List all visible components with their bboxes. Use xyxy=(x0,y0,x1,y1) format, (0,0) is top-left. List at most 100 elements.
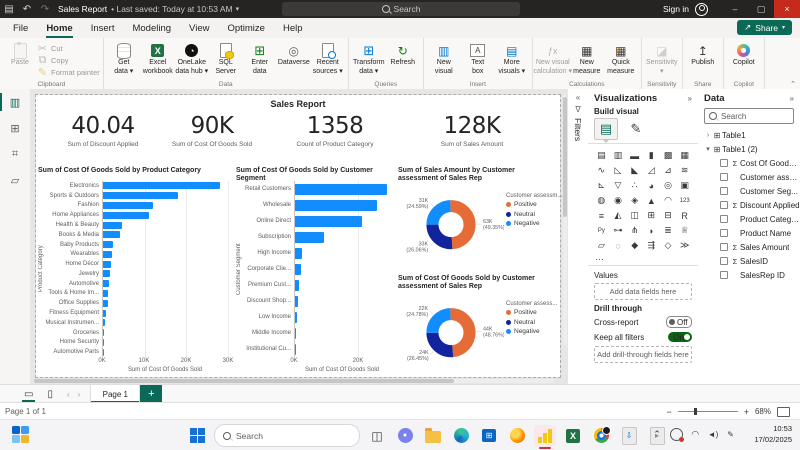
bar[interactable] xyxy=(295,296,298,307)
recent-sources-button[interactable]: Recentsources ▾ xyxy=(311,40,345,77)
donut-chart-visual[interactable]: Sum of Sales Amount by Customer assessme… xyxy=(398,167,560,273)
key-influencers-icon[interactable]: ⊶ xyxy=(610,224,627,237)
bar[interactable] xyxy=(103,329,104,336)
line-stacked-column-chart-icon[interactable]: ◿ xyxy=(643,164,660,177)
filled-map-icon[interactable]: ◉ xyxy=(610,194,627,207)
previous-page-arrow[interactable]: ‹ xyxy=(67,390,70,399)
field-checkbox[interactable] xyxy=(720,215,728,223)
line-clustered-column-chart-icon[interactable]: ⊿ xyxy=(660,164,677,177)
legend-item[interactable]: Neutral xyxy=(506,211,562,218)
field-row[interactable]: ΣSalesRep ID xyxy=(698,268,800,282)
field-row[interactable]: ΣProduct Category xyxy=(698,212,800,226)
sign-in-button[interactable]: Sign in xyxy=(663,4,689,14)
report-canvas[interactable]: Sales Report 40.04Sum of Discount Applie… xyxy=(30,89,568,384)
bar[interactable] xyxy=(103,339,104,346)
ribbon-chart-icon[interactable]: ≋ xyxy=(676,164,693,177)
new-visual-button[interactable]: ▥Newvisual xyxy=(427,40,461,77)
mobile-layout-button[interactable]: ▯ xyxy=(45,389,55,400)
bar-chart-visual[interactable]: Sum of Cost Of Goods Sold by Product Cat… xyxy=(38,167,232,375)
next-page-arrow[interactable]: › xyxy=(78,390,81,399)
shape-map-icon[interactable]: ◈ xyxy=(626,194,643,207)
transform-data-button[interactable]: ⊞Transformdata ▾ xyxy=(352,40,386,77)
quick-measure-button[interactable]: ▦Quickmeasure xyxy=(604,40,638,77)
desktop-layout-button[interactable]: ▭ xyxy=(22,389,35,400)
collapse-data-pane-icon[interactable]: » xyxy=(790,94,794,103)
pen-icon[interactable]: ✎ xyxy=(727,430,734,439)
bar[interactable] xyxy=(103,241,113,248)
kpi-card[interactable]: 128KSum of Sales Amount xyxy=(412,115,532,148)
data-search-input[interactable]: Search xyxy=(704,108,794,124)
area-chart-icon[interactable]: ◺ xyxy=(610,164,627,177)
field-checkbox[interactable] xyxy=(720,257,728,265)
new-page-button[interactable]: + xyxy=(140,385,162,403)
bar[interactable] xyxy=(295,328,296,339)
field-row[interactable]: ΣProduct Name xyxy=(698,226,800,240)
dax-query-view-button[interactable]: ▱ xyxy=(0,167,30,193)
legend-item[interactable]: Neutral xyxy=(506,319,557,326)
100-stacked-bar-chart-icon[interactable]: ▩ xyxy=(660,149,677,162)
bar[interactable] xyxy=(295,280,299,291)
text-box-button[interactable]: ATextbox xyxy=(461,40,495,77)
bar[interactable] xyxy=(103,300,108,307)
kpi-card[interactable]: 40.04Sum of Discount Applied xyxy=(43,115,163,148)
menu-tab-modeling[interactable]: Modeling xyxy=(123,18,180,38)
zoom-slider[interactable] xyxy=(678,411,738,412)
model-view-button[interactable]: ⌗ xyxy=(0,141,30,167)
field-checkbox[interactable] xyxy=(720,173,728,181)
excel-icon[interactable]: X xyxy=(562,425,584,447)
table-row-table12[interactable]: ▾⊞ Table1 (2) xyxy=(698,142,800,156)
more-visual-options[interactable]: … xyxy=(588,252,698,266)
bar[interactable] xyxy=(103,261,111,268)
sql-server-button[interactable]: SQLServer xyxy=(209,40,243,77)
power-automate-icon[interactable]: ⇶ xyxy=(643,239,660,252)
stacked-column-chart-icon[interactable]: ▥ xyxy=(610,149,627,162)
legend-item[interactable]: Positive xyxy=(506,201,562,208)
table-icon[interactable]: ⊞ xyxy=(643,209,660,222)
drill-through-field-well[interactable]: Add drill-through fields here xyxy=(594,346,692,363)
multi-row-card-icon[interactable]: ≡ xyxy=(593,209,610,222)
donut-chart-icon[interactable]: ◎ xyxy=(660,179,677,192)
stacked-bar-chart-icon[interactable]: ▤ xyxy=(593,149,610,162)
new-measure-button[interactable]: ▦Newmeasure xyxy=(570,40,604,77)
format-visual-mode-button[interactable]: ✎ xyxy=(624,118,648,140)
slicer-icon[interactable]: ◫ xyxy=(626,209,643,222)
menu-tab-view[interactable]: View xyxy=(180,18,218,38)
page-tab[interactable]: Page 1 xyxy=(90,385,140,403)
field-checkbox[interactable] xyxy=(720,201,728,209)
expand-filters-icon[interactable]: « xyxy=(576,93,580,102)
bar[interactable] xyxy=(103,222,122,229)
menu-tab-insert[interactable]: Insert xyxy=(82,18,124,38)
paginated-report-icon[interactable]: ▱ xyxy=(593,239,610,252)
kpi-card[interactable]: 90KSum of Cost Of Goods Sold xyxy=(152,115,272,148)
collapse-ribbon-icon[interactable]: ⌃ xyxy=(790,80,796,88)
treemap-icon[interactable]: ▣ xyxy=(676,179,693,192)
copilot-button[interactable]: Copilot xyxy=(727,40,761,68)
redo-icon[interactable]: ↷ xyxy=(36,4,54,15)
bar[interactable] xyxy=(103,270,110,277)
clustered-column-chart-icon[interactable]: ▮ xyxy=(643,149,660,162)
bar[interactable] xyxy=(103,231,120,238)
teams-chat-icon[interactable]: ● xyxy=(394,425,416,447)
taskbar-clock[interactable]: 10:53 17/02/2025 xyxy=(754,424,792,446)
bar[interactable] xyxy=(103,319,105,326)
donut-chart-visual[interactable]: Sum of Cost Of Goods Sold by Customer as… xyxy=(398,275,560,375)
decomposition-tree-icon[interactable]: ⋔ xyxy=(626,224,643,237)
more-visuals-button[interactable]: ▤Morevisuals ▾ xyxy=(495,40,529,77)
bar[interactable] xyxy=(295,232,324,243)
maximize-button[interactable]: ▢ xyxy=(748,0,774,18)
edge-icon[interactable] xyxy=(450,425,472,447)
clustered-bar-chart-icon[interactable]: ▬ xyxy=(626,149,643,162)
bar[interactable] xyxy=(295,216,362,227)
tray-expand-icon[interactable]: ⌃ xyxy=(653,429,661,440)
100-stacked-column-chart-icon[interactable]: ▦ xyxy=(676,149,693,162)
bar[interactable] xyxy=(295,200,377,211)
zoom-out-button[interactable]: − xyxy=(666,407,671,417)
field-row[interactable]: ΣSalesID xyxy=(698,254,800,268)
get-more-visuals-icon[interactable]: ≫ xyxy=(676,239,693,252)
smart-narrative-icon[interactable]: ≣ xyxy=(660,224,677,237)
bar[interactable] xyxy=(295,264,301,275)
microsoft-store-icon[interactable]: ⊞ xyxy=(478,425,500,447)
firefox-icon[interactable] xyxy=(506,425,528,447)
bar[interactable] xyxy=(103,280,109,287)
minimize-button[interactable]: – xyxy=(722,0,748,18)
